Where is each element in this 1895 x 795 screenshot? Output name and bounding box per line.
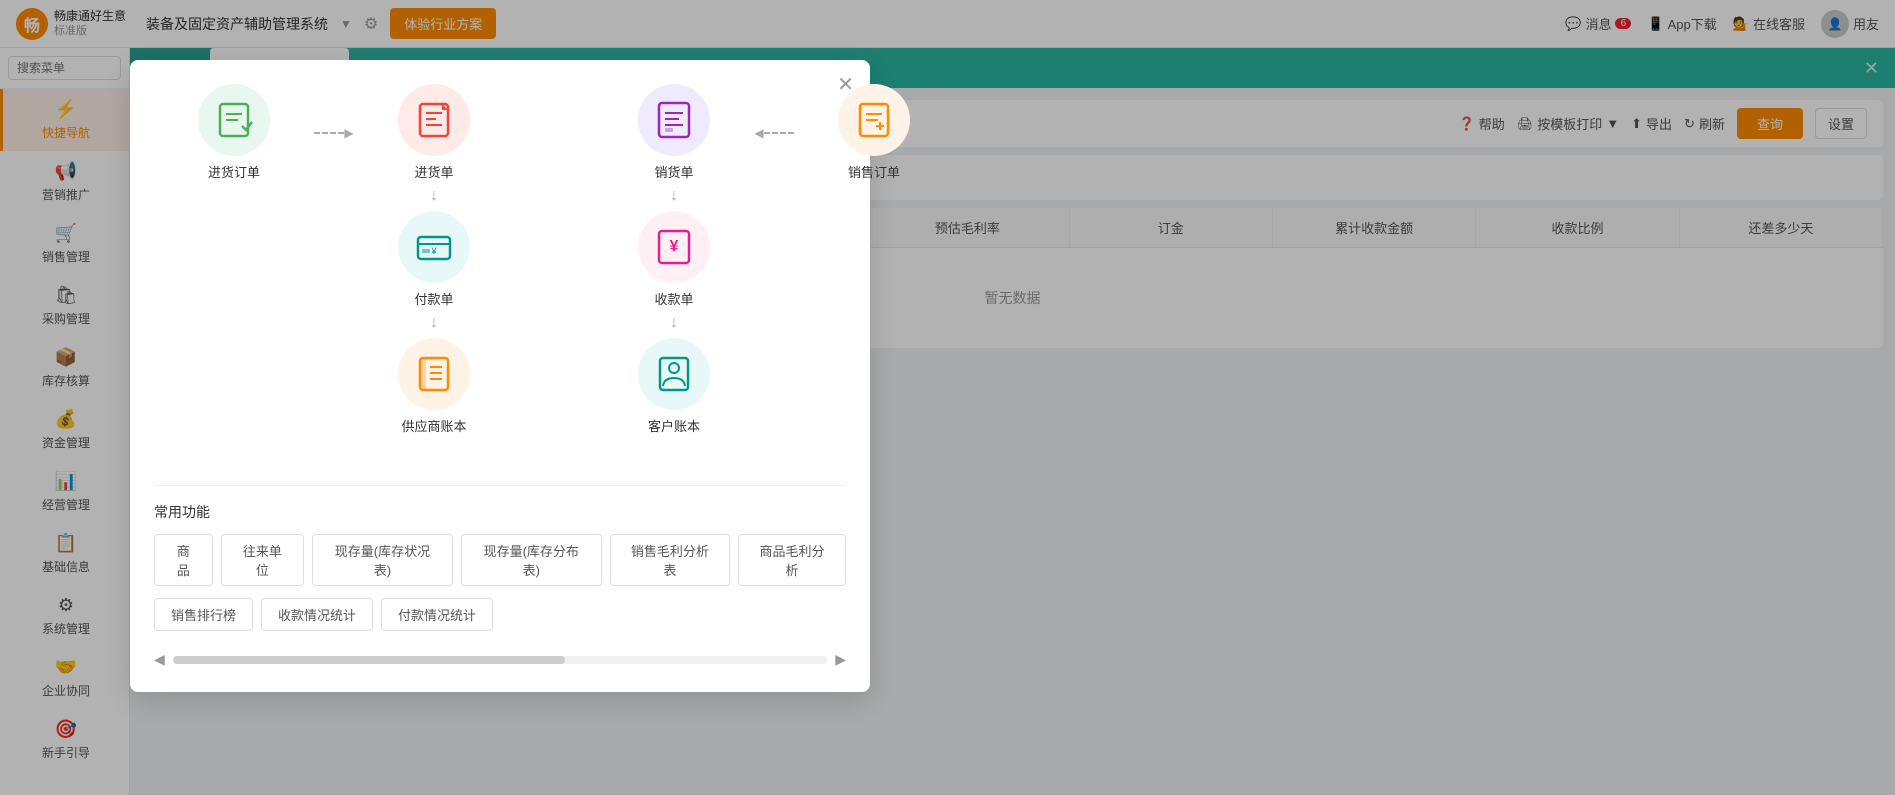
common-func-button[interactable]: 销售毛利分析表	[610, 534, 730, 586]
common-func-button[interactable]: 现存量(库存状况表)	[312, 534, 453, 586]
sales-bill-label: 销货单	[654, 162, 693, 181]
common-btn-row: 销售排行榜收款情况统计付款情况统计	[154, 598, 846, 631]
arrow-so-to-sb: ◀	[754, 126, 794, 140]
flow-diagram: 进货订单 ▶ 进货单 销货单	[154, 84, 846, 465]
common-func-button[interactable]: 商品毛利分析	[738, 534, 846, 586]
common-func-button[interactable]: 往来单位	[221, 534, 304, 586]
down-arrow-payment: ↓	[430, 314, 438, 332]
scroll-right-arrow[interactable]: ▶	[835, 651, 846, 668]
purchase-order-icon	[198, 84, 270, 156]
overlay[interactable]: ✕ 进货订单 ▶ 进货单	[0, 0, 1895, 795]
flow-node-purchase-bill[interactable]: 进货单	[398, 84, 470, 181]
purchase-bill-icon	[398, 84, 470, 156]
common-func-button[interactable]: 现存量(库存分布表)	[461, 534, 602, 586]
down-arrow-pb: ↓	[430, 187, 438, 205]
common-functions-title: 常用功能	[154, 502, 846, 522]
flow-node-sales-order[interactable]: 销售订单	[838, 84, 910, 181]
flow-node-supplier-ledger[interactable]: 供应商账本	[398, 338, 470, 435]
flow-node-customer-ledger[interactable]: 客户账本	[638, 338, 710, 435]
common-func-button[interactable]: 销售排行榜	[154, 598, 253, 631]
arrow-po-to-pb: ▶	[314, 126, 354, 140]
common-btn-row: 商品往来单位现存量(库存状况表)现存量(库存分布表)销售毛利分析表商品毛利分析	[154, 534, 846, 586]
scrollbar-track[interactable]	[173, 656, 827, 664]
down-arrow-receipt: ↓	[670, 314, 678, 332]
supplier-ledger-icon	[398, 338, 470, 410]
sales-bill-icon	[638, 84, 710, 156]
common-func-button[interactable]: 付款情况统计	[381, 598, 493, 631]
supplier-ledger-label: 供应商账本	[401, 416, 466, 435]
common-functions-section: 常用功能 商品往来单位现存量(库存状况表)现存量(库存分布表)销售毛利分析表商品…	[154, 485, 846, 635]
receipt-label: 收款单	[654, 289, 693, 308]
common-func-button[interactable]: 收款情况统计	[261, 598, 373, 631]
scrollbar-thumb[interactable]	[173, 656, 566, 664]
quick-nav-modal: ✕ 进货订单 ▶ 进货单	[130, 60, 870, 692]
flow-node-purchase-order[interactable]: 进货订单	[198, 84, 270, 181]
flow-node-receipt[interactable]: ¥ 收款单	[638, 211, 710, 308]
scroll-left-arrow[interactable]: ◀	[154, 651, 165, 668]
purchase-bill-label: 进货单	[414, 162, 453, 181]
svg-text:¥: ¥	[430, 246, 437, 256]
customer-ledger-label: 客户账本	[648, 416, 700, 435]
payment-label: 付款单	[414, 289, 453, 308]
flow-node-payment[interactable]: ¥ 付款单	[398, 211, 470, 308]
down-arrow-sb: ↓	[670, 187, 678, 205]
payment-icon: ¥	[398, 211, 470, 283]
purchase-order-label: 进货订单	[208, 162, 260, 181]
common-func-button[interactable]: 商品	[154, 534, 213, 586]
receipt-icon: ¥	[638, 211, 710, 283]
modal-scrollbar[interactable]: ◀ ▶	[154, 651, 846, 668]
common-buttons-group: 商品往来单位现存量(库存状况表)现存量(库存分布表)销售毛利分析表商品毛利分析销…	[154, 534, 846, 635]
flow-node-sales-bill[interactable]: 销货单	[638, 84, 710, 181]
svg-text:¥: ¥	[670, 238, 679, 255]
customer-ledger-icon	[638, 338, 710, 410]
sales-order-icon	[838, 84, 910, 156]
sales-order-label: 销售订单	[848, 162, 900, 181]
